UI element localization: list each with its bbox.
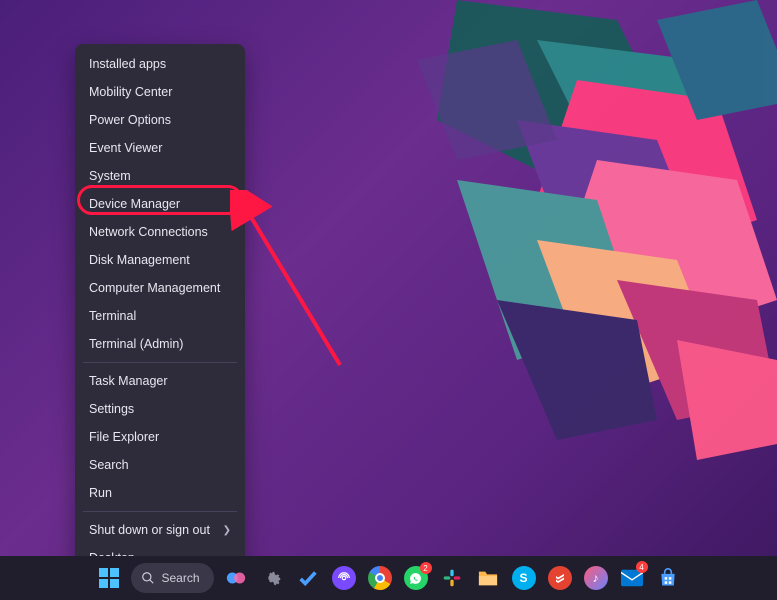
menu-item-settings[interactable]: Settings bbox=[75, 395, 245, 423]
menu-item-network-connections[interactable]: Network Connections bbox=[75, 218, 245, 246]
taskbar-explorer[interactable] bbox=[474, 564, 502, 592]
taskbar-chrome[interactable] bbox=[366, 564, 394, 592]
taskbar-slack[interactable] bbox=[438, 564, 466, 592]
menu-item-file-explorer[interactable]: File Explorer bbox=[75, 423, 245, 451]
menu-item-terminal-admin[interactable]: Terminal (Admin) bbox=[75, 330, 245, 358]
taskbar-whatsapp[interactable]: 2 bbox=[402, 564, 430, 592]
taskbar-todoist[interactable] bbox=[546, 564, 574, 592]
menu-separator bbox=[83, 362, 237, 363]
windows-icon bbox=[99, 568, 119, 588]
taskbar-itunes[interactable]: ♪ bbox=[582, 564, 610, 592]
chevron-right-icon: ❯ bbox=[223, 525, 231, 536]
taskbar: Search 2 bbox=[0, 556, 777, 600]
taskbar-mail[interactable]: 4 bbox=[618, 564, 646, 592]
taskbar-store[interactable] bbox=[654, 564, 682, 592]
folder-icon bbox=[477, 568, 499, 588]
menu-item-mobility-center[interactable]: Mobility Center bbox=[75, 78, 245, 106]
menu-item-run[interactable]: Run bbox=[75, 479, 245, 507]
menu-item-terminal[interactable]: Terminal bbox=[75, 302, 245, 330]
notification-badge: 2 bbox=[420, 562, 432, 574]
menu-item-shutdown[interactable]: Shut down or sign out ❯ bbox=[75, 516, 245, 544]
taskbar-search[interactable]: Search bbox=[131, 563, 213, 593]
taskbar-skype[interactable]: S bbox=[510, 564, 538, 592]
menu-item-event-viewer[interactable]: Event Viewer bbox=[75, 134, 245, 162]
chrome-icon bbox=[368, 566, 392, 590]
menu-item-installed-apps[interactable]: Installed apps bbox=[75, 50, 245, 78]
slack-icon bbox=[442, 568, 462, 588]
taskbar-copilot[interactable] bbox=[222, 564, 250, 592]
menu-item-device-manager[interactable]: Device Manager bbox=[75, 190, 245, 218]
menu-item-power-options[interactable]: Power Options bbox=[75, 106, 245, 134]
menu-separator bbox=[83, 511, 237, 512]
checkmark-icon bbox=[297, 567, 319, 589]
copilot-icon bbox=[225, 567, 247, 589]
menu-item-search[interactable]: Search bbox=[75, 451, 245, 479]
store-icon bbox=[658, 568, 678, 588]
itunes-icon: ♪ bbox=[584, 566, 608, 590]
todoist-icon bbox=[548, 566, 572, 590]
start-button[interactable] bbox=[95, 564, 123, 592]
taskbar-podcast[interactable] bbox=[330, 564, 358, 592]
menu-item-disk-management[interactable]: Disk Management bbox=[75, 246, 245, 274]
podcast-icon bbox=[332, 566, 356, 590]
search-label: Search bbox=[161, 571, 199, 585]
search-icon bbox=[141, 571, 155, 585]
menu-item-task-manager[interactable]: Task Manager bbox=[75, 367, 245, 395]
taskbar-settings[interactable] bbox=[258, 564, 286, 592]
menu-item-computer-management[interactable]: Computer Management bbox=[75, 274, 245, 302]
menu-item-system[interactable]: System bbox=[75, 162, 245, 190]
gear-icon bbox=[261, 567, 283, 589]
skype-icon: S bbox=[512, 566, 536, 590]
winx-context-menu: Installed apps Mobility Center Power Opt… bbox=[75, 44, 245, 578]
notification-badge: 4 bbox=[636, 561, 648, 573]
taskbar-todo[interactable] bbox=[294, 564, 322, 592]
